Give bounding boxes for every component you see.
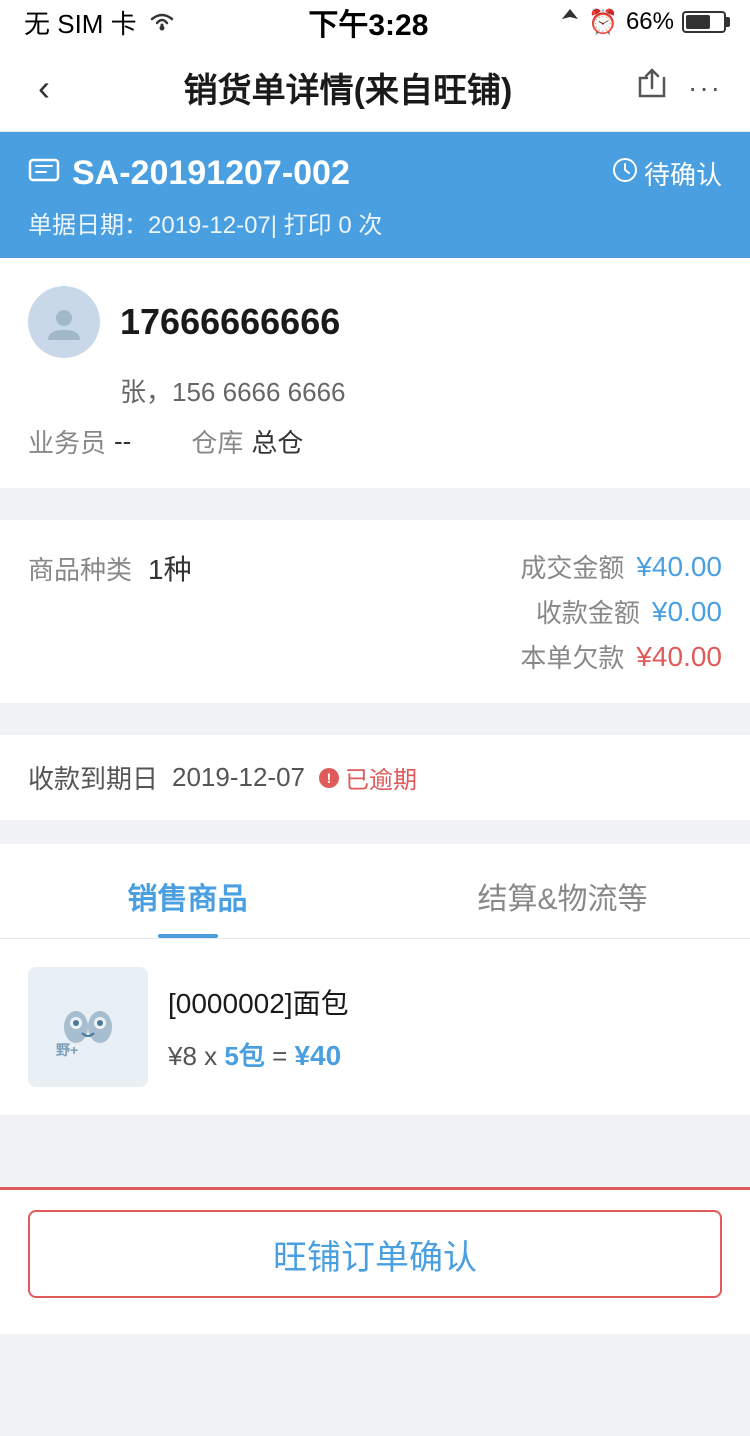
battery-icon	[682, 11, 726, 33]
overdue-warning-icon: !	[319, 768, 339, 788]
amount-row-2: 收款金额 ¥0.00	[536, 593, 722, 630]
divider-1	[0, 504, 750, 520]
status-left: 无 SIM 卡	[24, 4, 177, 41]
summary-card: 商品种类 1种 成交金额 ¥40.00 收款金额 ¥0.00 本单欠款 ¥40.…	[0, 520, 750, 703]
status-right: ⏰ 66%	[560, 7, 726, 38]
bottom-button-area: 旺铺订单确认	[0, 1187, 750, 1334]
share-icon[interactable]	[636, 68, 668, 108]
summary-left: 商品种类 1种	[28, 548, 192, 588]
product-thumbnail: 野+	[28, 967, 148, 1087]
nav-bar: ‹ 销货单详情(来自旺铺) ···	[0, 44, 750, 132]
nav-actions: ···	[636, 68, 722, 108]
page-title: 销货单详情(来自旺铺)	[184, 63, 513, 112]
amount-row-3: 本单欠款 ¥40.00	[520, 638, 722, 675]
customer-top: 17666666666	[28, 286, 722, 358]
order-id-icon	[28, 154, 60, 193]
order-id-text: SA-20191207-002	[72, 154, 350, 193]
total-text: ¥40	[294, 1040, 341, 1071]
customer-phone: 17666666666	[120, 301, 340, 343]
carrier-text: 无 SIM 卡	[24, 4, 137, 41]
amount-value: ¥40.00	[636, 551, 722, 583]
due-date: 2019-12-07	[172, 762, 305, 793]
order-header: SA-20191207-002 待确认 单据日期：2019-12-07| 打印 …	[0, 132, 750, 258]
back-button[interactable]: ‹	[28, 57, 60, 119]
order-date: 单据日期：2019-12-07| 打印 0 次	[28, 205, 722, 240]
status-text: 待确认	[644, 155, 722, 192]
product-name: [0000002]面包	[168, 982, 722, 1022]
product-info: [0000002]面包 ¥8 x 5包 = ¥40	[168, 982, 722, 1073]
svg-text:野+: 野+	[56, 1042, 78, 1057]
battery-percent: 66%	[626, 8, 674, 36]
order-id: SA-20191207-002	[28, 154, 350, 193]
tabs-container: 销售商品 结算&物流等	[0, 844, 750, 939]
order-id-row: SA-20191207-002 待确认	[28, 154, 722, 193]
location-icon	[560, 7, 580, 38]
summary-row: 商品种类 1种 成交金额 ¥40.00 收款金额 ¥0.00 本单欠款 ¥40.…	[28, 548, 722, 675]
amount-row-1: 成交金额 ¥40.00	[520, 548, 722, 585]
customer-meta: 业务员 -- 仓库 总仓	[28, 423, 722, 460]
due-card: 收款到期日 2019-12-07 ! 已逾期	[0, 735, 750, 820]
wifi-icon	[147, 7, 177, 38]
tab-settlement[interactable]: 结算&物流等	[375, 844, 750, 938]
received-value: ¥0.00	[652, 596, 722, 628]
more-icon[interactable]: ···	[688, 72, 722, 104]
order-status: 待确认	[612, 155, 722, 192]
divider-3	[0, 828, 750, 844]
product-price: ¥8 x 5包 = ¥40	[168, 1036, 722, 1073]
status-bar: 无 SIM 卡 下午3:28 ⏰ 66%	[0, 0, 750, 44]
avatar	[28, 286, 100, 358]
product-list: 野+ [0000002]面包 ¥8 x 5包 = ¥40	[0, 939, 750, 1116]
product-item: 野+ [0000002]面包 ¥8 x 5包 = ¥40	[0, 939, 750, 1116]
customer-sub-info: 张，156 6666 6666	[28, 372, 722, 409]
time-display: 下午3:28	[308, 0, 428, 44]
salesperson-item: 业务员 --	[28, 423, 131, 460]
due-label: 收款到期日	[28, 759, 158, 796]
owing-value: ¥40.00	[636, 641, 722, 673]
alarm-icon: ⏰	[588, 8, 618, 37]
equals-text: =	[265, 1041, 295, 1071]
status-clock-icon	[612, 157, 638, 190]
warehouse-item: 仓库 总仓	[191, 423, 303, 460]
price-text: ¥8 x	[168, 1041, 224, 1071]
battery-fill	[686, 15, 710, 29]
tab-products[interactable]: 销售商品	[0, 844, 375, 938]
overdue-text: 已逾期	[345, 760, 417, 795]
customer-card: 17666666666 张，156 6666 6666 业务员 -- 仓库 总仓	[0, 258, 750, 488]
quantity-text: 5包	[224, 1041, 264, 1071]
overdue-badge: ! 已逾期	[319, 760, 417, 795]
divider-2	[0, 719, 750, 735]
confirm-order-button[interactable]: 旺铺订单确认	[28, 1210, 722, 1298]
summary-right: 成交金额 ¥40.00 收款金额 ¥0.00 本单欠款 ¥40.00	[520, 548, 722, 675]
